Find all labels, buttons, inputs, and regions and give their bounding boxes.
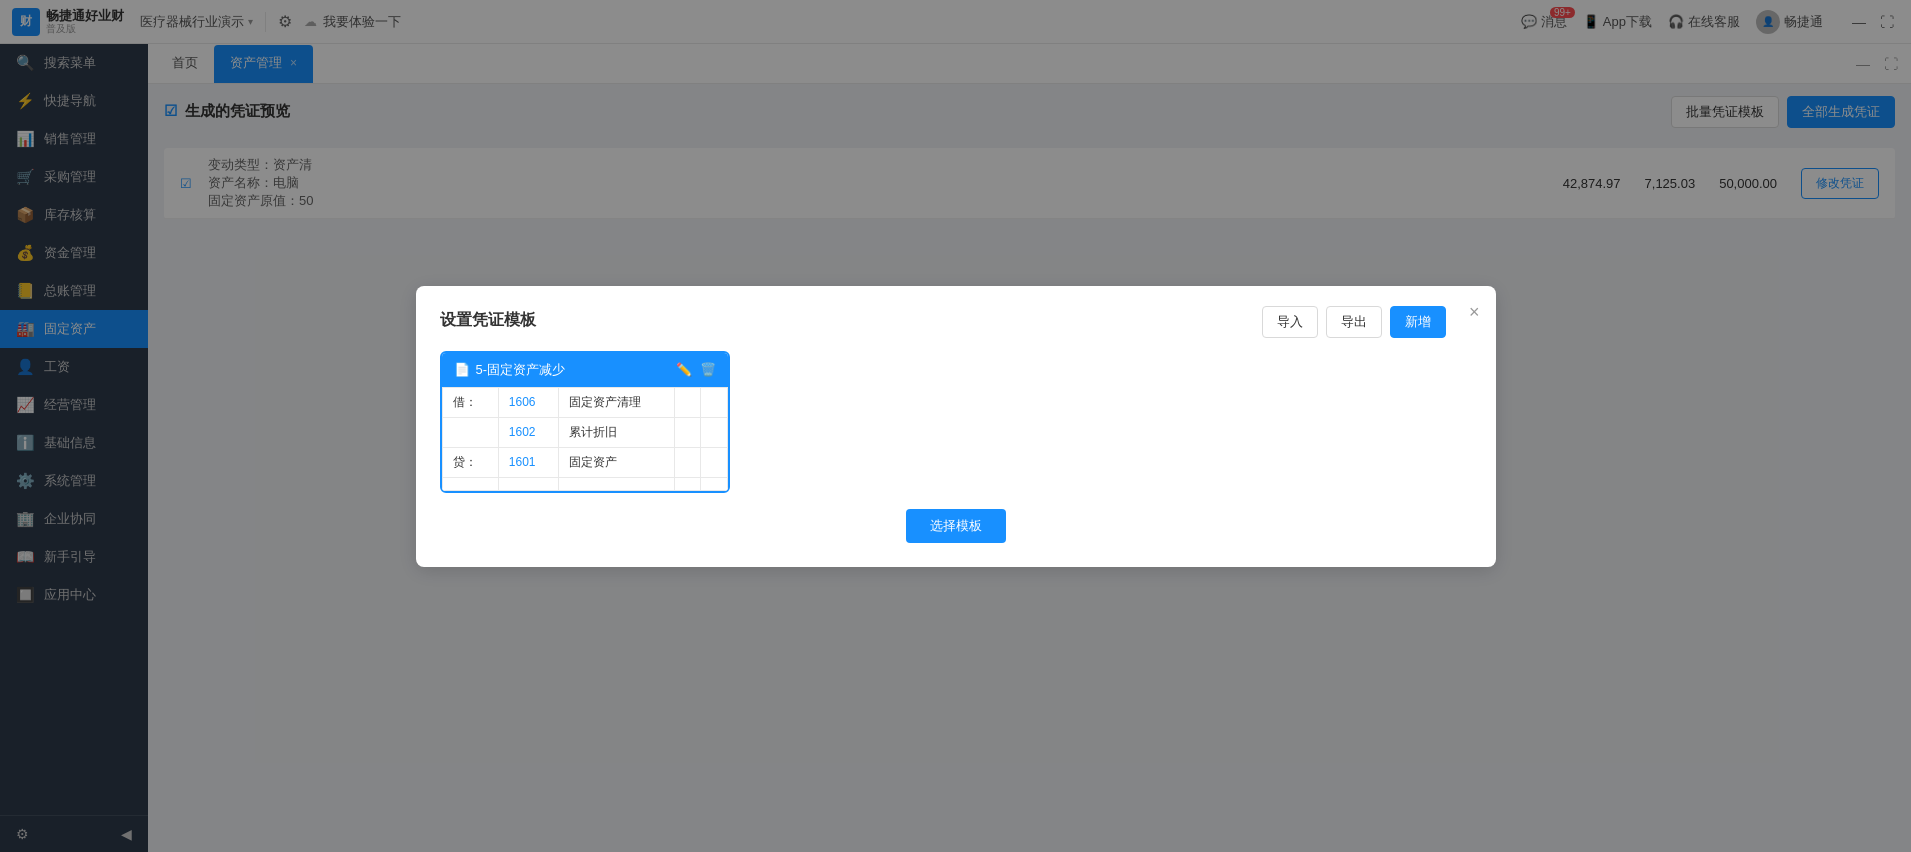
entry-code-2: 1601 [498,447,558,477]
entry-type-0: 借： [442,387,498,417]
entry-type-2: 贷： [442,447,498,477]
entry-credit-0 [701,387,727,417]
template-card-header: 📄 5-固定资产减少 ✏️ 🗑️ [442,353,728,387]
entry-code-1: 1602 [498,417,558,447]
modal-dialog: 设置凭证模板 × 导入 导出 新增 📄 5-固定资产减少 ✏️ 🗑️ [416,286,1496,567]
template-entry-empty [442,477,727,490]
entry-name-0: 固定资产清理 [558,387,674,417]
template-entry-row: 1602 累计折旧 [442,417,727,447]
template-card-body: 借： 1606 固定资产清理 1602 累计折旧 [442,387,728,491]
template-delete-icon[interactable]: 🗑️ [700,362,716,377]
entry-code-0: 1606 [498,387,558,417]
select-template-button[interactable]: 选择模板 [906,509,1006,543]
template-doc-icon: 📄 [454,362,470,377]
entry-debit-1 [674,417,700,447]
import-button[interactable]: 导入 [1262,306,1318,338]
entry-type-1 [442,417,498,447]
entry-credit-1 [701,417,727,447]
template-entry-row: 贷： 1601 固定资产 [442,447,727,477]
modal-toolbar: 导入 导出 新增 [1262,306,1446,338]
entry-debit-2 [674,447,700,477]
modal-overlay: 设置凭证模板 × 导入 导出 新增 📄 5-固定资产减少 ✏️ 🗑️ [0,0,1911,852]
template-card: 📄 5-固定资产减少 ✏️ 🗑️ 借： 1606 固定资产清理 [440,351,730,493]
template-entries-table: 借： 1606 固定资产清理 1602 累计折旧 [442,387,728,491]
entry-debit-0 [674,387,700,417]
select-btn-area: 选择模板 [440,509,1472,543]
new-button[interactable]: 新增 [1390,306,1446,338]
entry-credit-2 [701,447,727,477]
template-edit-icon[interactable]: ✏️ [676,362,692,377]
template-entry-row: 借： 1606 固定资产清理 [442,387,727,417]
entry-name-1: 累计折旧 [558,417,674,447]
template-header-label: 5-固定资产减少 [476,361,566,379]
modal-close-button[interactable]: × [1469,302,1480,323]
export-button[interactable]: 导出 [1326,306,1382,338]
entry-name-2: 固定资产 [558,447,674,477]
